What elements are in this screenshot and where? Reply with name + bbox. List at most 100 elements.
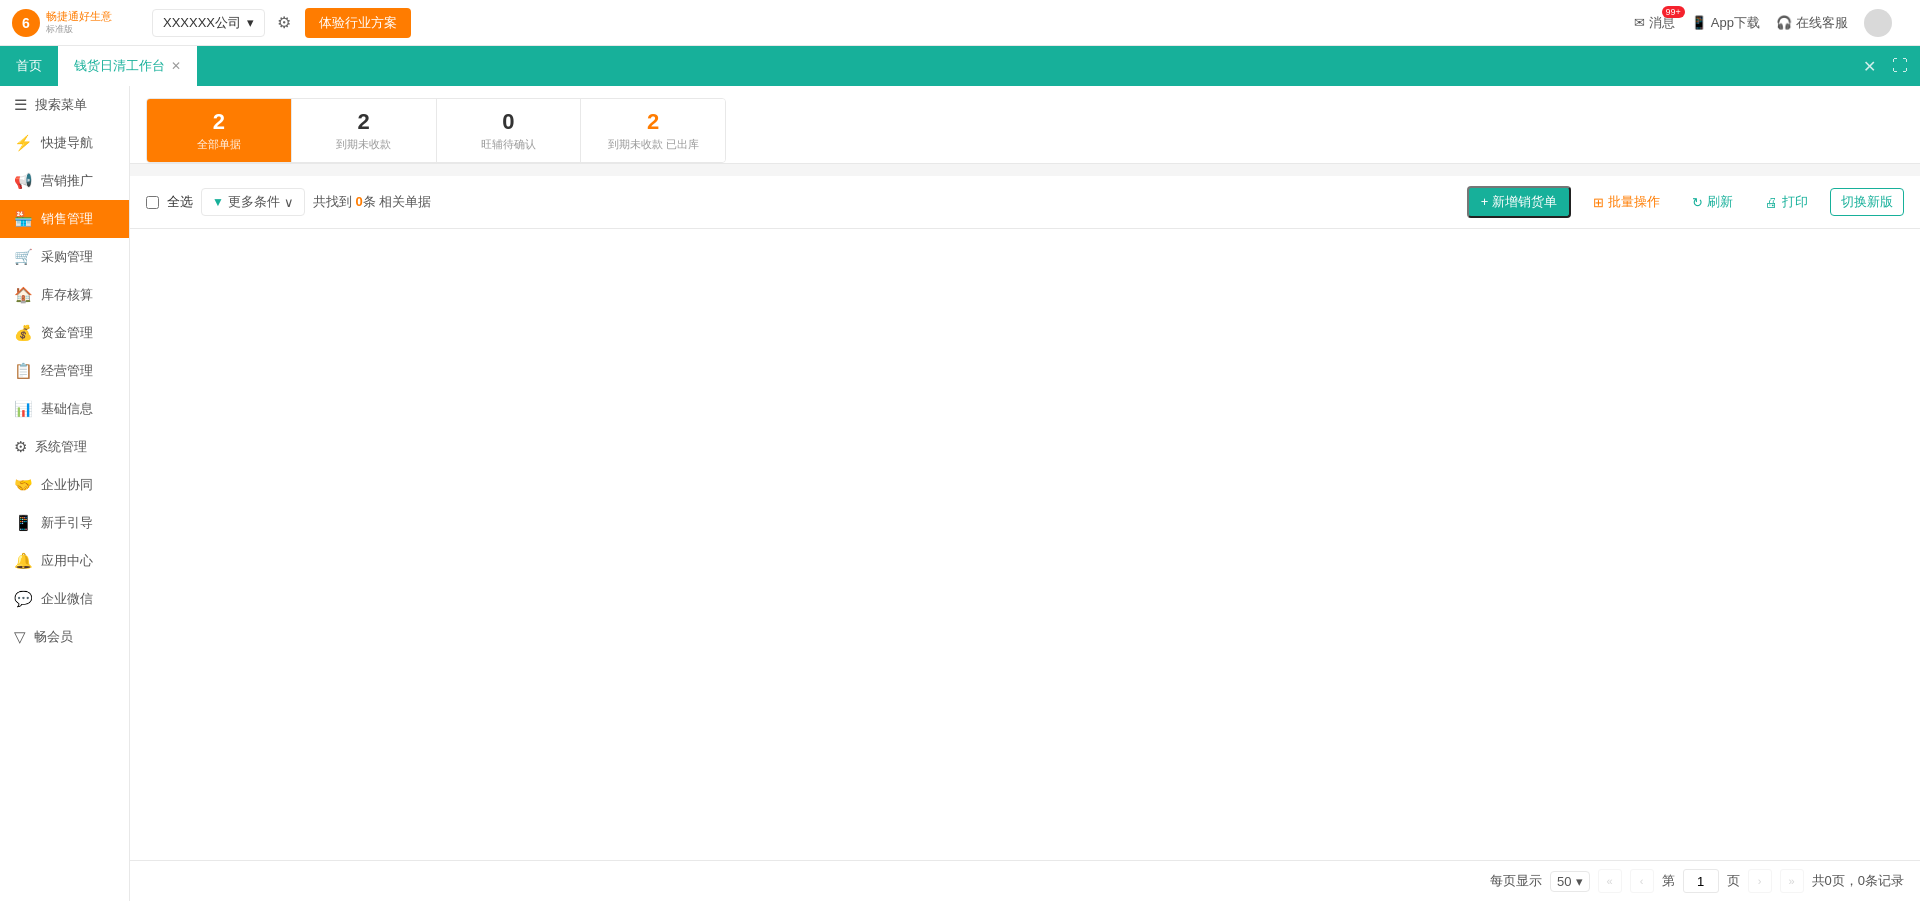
operations-icon: 📋 [14, 362, 33, 380]
tab-close-icon[interactable]: ✕ [171, 59, 181, 73]
found-suffix: 相关单据 [379, 194, 431, 209]
inventory-icon: 🏠 [14, 286, 33, 304]
sidebar-item-guide[interactable]: 📱 新手引导 [0, 504, 129, 542]
page-number-input[interactable] [1683, 869, 1719, 893]
sidebar-item-marketing[interactable]: 📢 营销推广 [0, 162, 129, 200]
base-info-icon: 📊 [14, 400, 33, 418]
sidebar-item-inventory[interactable]: 🏠 库存核算 [0, 276, 129, 314]
sidebar-item-sales-mgmt-label: 销售管理 [41, 210, 93, 228]
messages-btn[interactable]: ✉ 消息 99+ [1634, 14, 1675, 32]
tab-close-all-icon[interactable]: ✕ [1859, 55, 1880, 78]
sidebar-item-enterprise-label: 企业协同 [41, 476, 93, 494]
stat-tab-wang-pending[interactable]: 0 旺辅待确认 [437, 99, 582, 162]
messages-badge: 99+ [1662, 6, 1685, 18]
page-size-select[interactable]: 50 ▾ [1550, 871, 1589, 892]
message-icon: ✉ [1634, 15, 1645, 30]
filter-label: 更多条件 [228, 193, 280, 211]
online-service-btn[interactable]: 🎧 在线客服 [1776, 14, 1848, 32]
stat-label-all: 全部单据 [155, 137, 283, 152]
sidebar-item-sys-mgmt[interactable]: ⚙ 系统管理 [0, 428, 129, 466]
stat-count-all: 2 [155, 109, 283, 135]
new-sale-btn[interactable]: + 新增销货单 [1467, 186, 1571, 218]
logo-text: 畅捷通好生意 [46, 9, 112, 23]
sidebar-item-quick-nav-label: 快捷导航 [41, 134, 93, 152]
refresh-label: 刷新 [1707, 193, 1733, 211]
page-prev-btn[interactable]: ‹ [1630, 869, 1654, 893]
sidebar-item-finance[interactable]: 💰 资金管理 [0, 314, 129, 352]
layout: ☰ 搜索菜单 ⚡ 快捷导航 📢 营销推广 🏪 销售管理 🛒 采购管理 🏠 库存核… [0, 86, 1920, 901]
print-icon: 🖨 [1765, 195, 1778, 210]
sidebar-item-wechat-work[interactable]: 💬 企业微信 [0, 580, 129, 618]
sidebar-item-enterprise[interactable]: 🤝 企业协同 [0, 466, 129, 504]
found-text: 共找到 0条 相关单据 [313, 193, 431, 211]
sidebar-item-operations[interactable]: 📋 经营管理 [0, 352, 129, 390]
trial-btn[interactable]: 体验行业方案 [305, 8, 411, 38]
per-page-label: 每页显示 [1490, 872, 1542, 890]
page-first-btn[interactable]: « [1598, 869, 1622, 893]
sidebar-item-marketing-label: 营销推广 [41, 172, 93, 190]
quick-nav-icon: ⚡ [14, 134, 33, 152]
sidebar-item-base-info[interactable]: 📊 基础信息 [0, 390, 129, 428]
select-all-checkbox[interactable] [146, 196, 159, 209]
sidebar-item-purchase-mgmt-label: 采购管理 [41, 248, 93, 266]
sidebar-item-purchase-mgmt[interactable]: 🛒 采购管理 [0, 238, 129, 276]
print-label: 打印 [1782, 193, 1808, 211]
sidebar-item-sales-mgmt[interactable]: 🏪 销售管理 [0, 200, 129, 238]
app-download-btn[interactable]: 📱 App下载 [1691, 14, 1760, 32]
page-label: 第 [1662, 872, 1675, 890]
print-btn[interactable]: 🖨 打印 [1755, 189, 1818, 215]
stat-count-overdue-uncollected: 2 [300, 109, 428, 135]
filter-chevron-icon: ∨ [284, 195, 294, 210]
chevron-down-icon: ▾ [247, 15, 254, 30]
stat-label-wang-pending: 旺辅待确认 [445, 137, 573, 152]
batch-op-btn[interactable]: ⊞ 批量操作 [1583, 189, 1670, 215]
batch-op-icon: ⊞ [1593, 195, 1604, 210]
top-header: 6 畅捷通好生意 标准版 XXXXXX公司 ▾ ⚙ 体验行业方案 ✉ 消息 99… [0, 0, 1920, 46]
avatar[interactable] [1864, 9, 1892, 37]
page-size-chevron-icon: ▾ [1576, 874, 1583, 889]
wechat-work-icon: 💬 [14, 590, 33, 608]
filter-icon: ▼ [212, 195, 224, 209]
stats-tabs: 2 全部单据 2 到期未收款 0 旺辅待确认 2 到期未收款 已出库 [130, 86, 1920, 164]
empty-table [130, 229, 1920, 860]
page-next-btn[interactable]: › [1748, 869, 1772, 893]
sidebar-item-inventory-label: 库存核算 [41, 286, 93, 304]
tab-bar-actions: ✕ ⛶ [1859, 55, 1920, 78]
sidebar-item-search-menu[interactable]: ☰ 搜索菜单 [0, 86, 129, 124]
sidebar-item-app-center-label: 应用中心 [41, 552, 93, 570]
sidebar-item-sys-mgmt-label: 系统管理 [35, 438, 87, 456]
refresh-btn[interactable]: ↻ 刷新 [1682, 189, 1743, 215]
switch-new-btn[interactable]: 切换新版 [1830, 188, 1904, 216]
sidebar-item-guide-label: 新手引导 [41, 514, 93, 532]
stat-tab-all[interactable]: 2 全部单据 [147, 99, 292, 162]
logo-text-area: 畅捷通好生意 标准版 [46, 9, 112, 36]
page-last-btn[interactable]: » [1780, 869, 1804, 893]
sidebar-item-base-info-label: 基础信息 [41, 400, 93, 418]
page-size-value: 50 [1557, 874, 1571, 889]
tab-cash-work[interactable]: 钱货日清工作台 ✕ [58, 46, 197, 86]
stat-label-overdue-shipped: 到期未收款 已出库 [589, 137, 717, 152]
app-download-label: App下载 [1711, 14, 1760, 32]
toolbar: 全选 ▼ 更多条件 ∨ 共找到 0条 相关单据 + 新增销货单 ⊞ 批量操作 ↻… [130, 176, 1920, 229]
toolbar-right: + 新增销货单 ⊞ 批量操作 ↻ 刷新 🖨 打印 切换新版 [1467, 186, 1904, 218]
sidebar-item-operations-label: 经营管理 [41, 362, 93, 380]
app-center-icon: 🔔 [14, 552, 33, 570]
sidebar-item-app-center[interactable]: 🔔 应用中心 [0, 542, 129, 580]
company-selector[interactable]: XXXXXX公司 ▾ [152, 9, 265, 37]
refresh-icon: ↻ [1692, 195, 1703, 210]
tab-expand-icon[interactable]: ⛶ [1888, 55, 1912, 77]
settings-icon-btn[interactable]: ⚙ [273, 9, 295, 36]
sidebar: ☰ 搜索菜单 ⚡ 快捷导航 📢 营销推广 🏪 销售管理 🛒 采购管理 🏠 库存核… [0, 86, 130, 901]
tab-cash-work-label: 钱货日清工作台 [74, 57, 165, 75]
page-suffix: 页 [1727, 872, 1740, 890]
select-all-label: 全选 [167, 193, 193, 211]
sidebar-item-quick-nav[interactable]: ⚡ 快捷导航 [0, 124, 129, 162]
filter-btn[interactable]: ▼ 更多条件 ∨ [201, 188, 305, 216]
sidebar-item-member[interactable]: ▽ 畅会员 [0, 618, 129, 656]
stat-count-wang-pending: 0 [445, 109, 573, 135]
stat-tab-overdue-uncollected[interactable]: 2 到期未收款 [292, 99, 437, 162]
stat-tab-overdue-shipped[interactable]: 2 到期未收款 已出库 [581, 99, 725, 162]
logo-area: 6 畅捷通好生意 标准版 [12, 9, 142, 37]
member-icon: ▽ [14, 628, 26, 646]
tab-home[interactable]: 首页 [0, 46, 58, 86]
